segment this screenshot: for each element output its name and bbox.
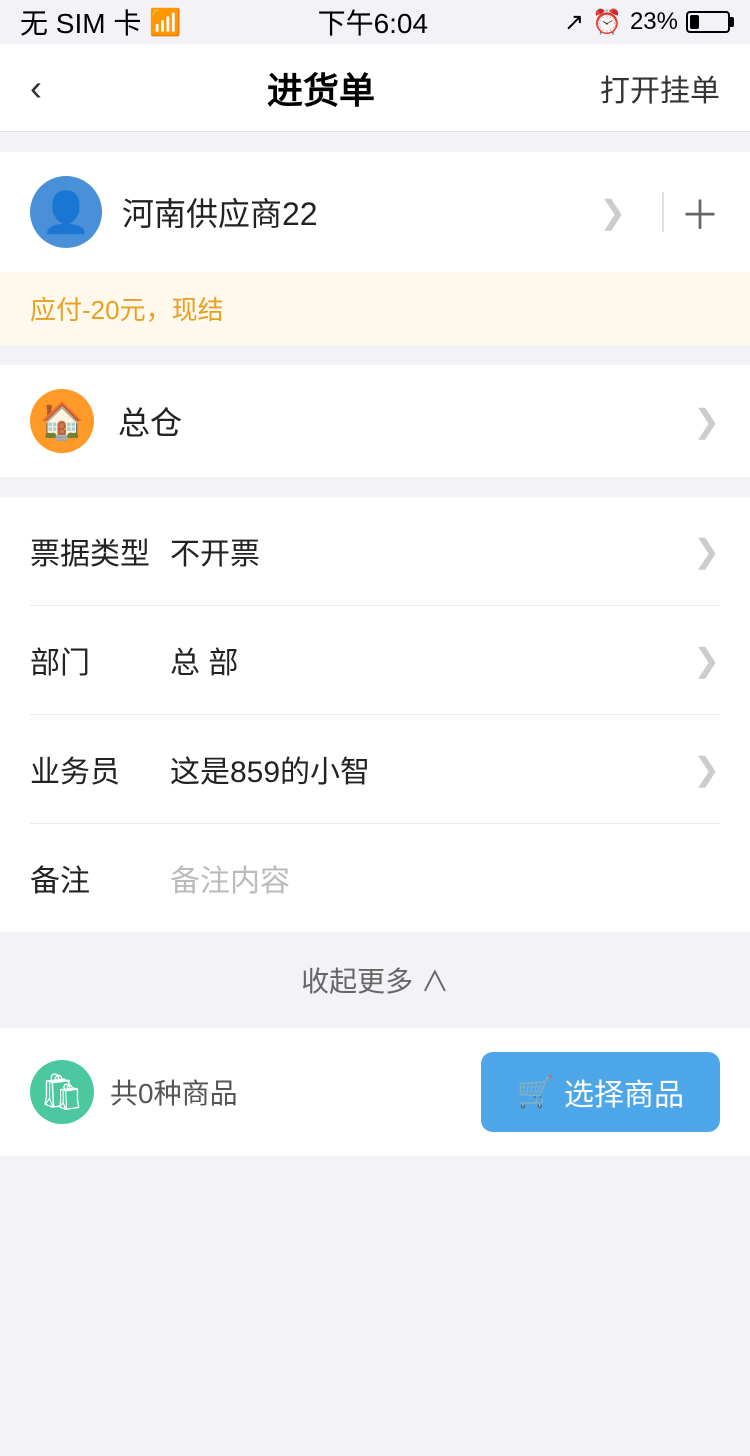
collapse-label: 收起更多 ∧ <box>301 966 449 997</box>
status-time: 下午6:04 <box>318 2 429 42</box>
back-button[interactable]: ‹ <box>30 67 42 109</box>
status-carrier: 无 SIM 卡 📶 <box>20 2 182 42</box>
supplier-name: 河南供应商22 <box>122 189 599 235</box>
warehouse-row[interactable]: 🏠 总仓 ❯ <box>0 365 750 477</box>
select-goods-icon: 🛒 <box>517 1075 554 1110</box>
open-pending-button[interactable]: 打开挂单 <box>600 66 720 110</box>
salesperson-chevron-icon: ❯ <box>693 750 720 788</box>
select-goods-button[interactable]: 🛒 选择商品 <box>481 1052 720 1132</box>
salesperson-row[interactable]: 业务员 这是859的小智 ❯ <box>0 715 750 823</box>
supplier-card: 👤 河南供应商22 ❯ ＋ 应付-20元，现结 <box>0 152 750 345</box>
ticket-chevron-icon: ❯ <box>693 532 720 570</box>
battery-icon <box>686 11 730 33</box>
note-row[interactable]: 备注 备注内容 <box>0 824 750 932</box>
warehouse-name: 总仓 <box>118 398 693 444</box>
warehouse-icon-wrap: 🏠 <box>30 389 94 453</box>
goods-icon: 🛍 <box>39 1071 85 1113</box>
note-label: 备注 <box>30 856 170 900</box>
status-bar: 无 SIM 卡 📶 下午6:04 ↗ ⏰ 23% <box>0 0 750 44</box>
nav-bar: ‹ 进货单 打开挂单 <box>0 44 750 132</box>
select-goods-label: 选择商品 <box>564 1070 684 1114</box>
dept-chevron-icon: ❯ <box>693 641 720 679</box>
ticket-type-row[interactable]: 票据类型 不开票 ❯ <box>0 497 750 605</box>
dept-row[interactable]: 部门 总 部 ❯ <box>0 606 750 714</box>
supplier-chevron-icon: ❯ <box>599 193 626 231</box>
supplier-row[interactable]: 👤 河南供应商22 ❯ ＋ <box>0 152 750 272</box>
page-background <box>0 1156 750 1456</box>
warehouse-icon: 🏠 <box>40 400 85 442</box>
section-gap-3 <box>0 477 750 497</box>
warehouse-chevron-icon: ❯ <box>693 402 720 440</box>
warehouse-card: 🏠 总仓 ❯ <box>0 365 750 477</box>
avatar-icon: 👤 <box>41 189 91 236</box>
battery-percent: 23% <box>630 8 678 36</box>
collapse-button[interactable]: 收起更多 ∧ <box>0 932 750 1028</box>
status-right: ↗ ⏰ 23% <box>564 8 730 37</box>
location-icon: ↗ <box>564 8 584 37</box>
ticket-label: 票据类型 <box>30 529 170 573</box>
goods-icon-wrap: 🛍 <box>30 1060 94 1124</box>
section-gap-1 <box>0 132 750 152</box>
section-gap-2 <box>0 345 750 365</box>
dept-value: 总 部 <box>170 638 693 682</box>
goods-info: 🛍 共0种商品 <box>30 1060 238 1124</box>
carrier-text: 无 SIM 卡 <box>20 2 141 42</box>
page-title: 进货单 <box>267 62 375 114</box>
ticket-value: 不开票 <box>170 529 693 573</box>
salesperson-value: 这是859的小智 <box>170 747 693 791</box>
notice-text: 应付-20元，现结 <box>30 295 224 325</box>
wifi-icon: 📶 <box>149 7 181 38</box>
alarm-icon: ⏰ <box>592 8 622 37</box>
notice-bar: 应付-20元，现结 <box>0 272 750 345</box>
form-card: 票据类型 不开票 ❯ 部门 总 部 ❯ 业务员 这是859的小智 ❯ 备注 备注… <box>0 497 750 932</box>
dept-label: 部门 <box>30 638 170 682</box>
goods-count: 共0种商品 <box>110 1072 238 1112</box>
add-divider <box>662 192 664 232</box>
note-value[interactable]: 备注内容 <box>170 856 720 900</box>
supplier-avatar: 👤 <box>30 176 102 248</box>
bottom-bar: 🛍 共0种商品 🛒 选择商品 <box>0 1028 750 1156</box>
add-icon[interactable]: ＋ <box>680 183 720 241</box>
salesperson-label: 业务员 <box>30 747 170 791</box>
